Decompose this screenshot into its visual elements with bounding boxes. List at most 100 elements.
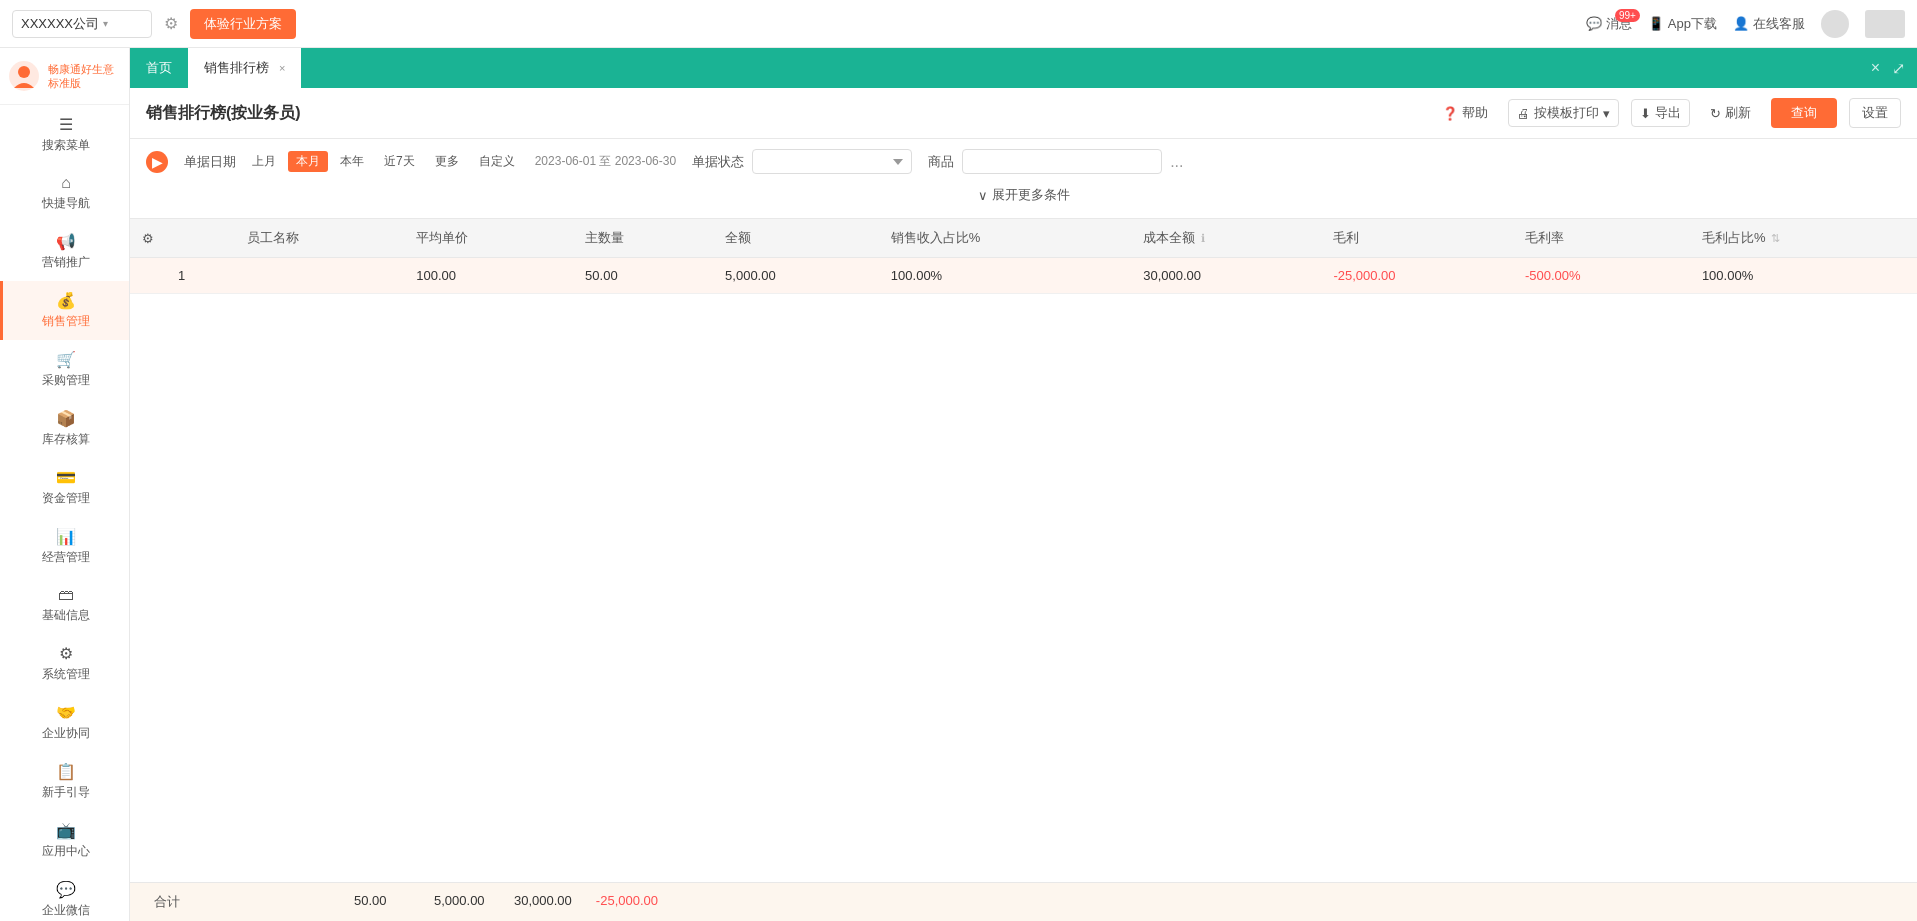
data-table: ⚙ 员工名称 平均单价 主数量 <box>130 219 1917 294</box>
help-button[interactable]: ❓ 帮助 <box>1434 100 1496 126</box>
date-range-display: 2023-06-01 至 2023-06-30 <box>535 153 676 170</box>
td-employee <box>235 258 404 294</box>
footer-qty: 50.00 <box>342 893 422 911</box>
sidebar-label-inventory: 库存核算 <box>42 431 90 448</box>
shortcut-last-month[interactable]: 上月 <box>244 151 284 172</box>
goods-input[interactable] <box>962 149 1162 174</box>
sidebar-item-quick-nav[interactable]: ⌂ 快捷导航 <box>0 164 129 222</box>
shortcut-7days[interactable]: 近7天 <box>376 151 423 172</box>
sidebar-item-inventory[interactable]: 📦 库存核算 <box>0 399 129 458</box>
sidebar-item-sales-mgmt[interactable]: 💰 销售管理 <box>0 281 129 340</box>
sidebar-item-search-order[interactable]: ☰ 搜索菜单 <box>0 105 129 164</box>
query-button[interactable]: 查询 <box>1771 98 1837 128</box>
online-service-button[interactable]: 👤 在线客服 <box>1733 15 1805 33</box>
top-bar: XXXXXX公司 ▾ ⚙ 体验行业方案 💬 消息 99+ 📱 App下载 👤 在… <box>0 0 1917 48</box>
sidebar-item-enterprise-wechat[interactable]: 💬 企业微信 <box>0 870 129 921</box>
td-amount: 5,000.00 <box>713 258 879 294</box>
th-qty: 主数量 <box>573 219 713 258</box>
tab-sales-rank[interactable]: 销售排行榜 × <box>188 48 301 88</box>
status-select[interactable] <box>752 149 912 174</box>
sidebar-item-app-center[interactable]: 📺 应用中心 <box>0 811 129 870</box>
marketing-icon: 📢 <box>56 232 76 251</box>
export-button[interactable]: ⬇ 导出 <box>1631 99 1690 127</box>
th-gross: 毛利 <box>1321 219 1512 258</box>
sidebar-item-enterprise-collab[interactable]: 🤝 企业协同 <box>0 693 129 752</box>
help-icon: ❓ <box>1442 106 1458 121</box>
th-amount: 全额 <box>713 219 879 258</box>
th-gross-rate: 毛利率 <box>1513 219 1690 258</box>
filter-date-item: 单据日期 上月 本月 本年 近7天 更多 自定义 2023-06-01 至 20… <box>184 151 676 172</box>
shortcut-this-month[interactable]: 本月 <box>288 151 328 172</box>
refresh-label: 刷新 <box>1725 104 1751 122</box>
shortcut-this-year[interactable]: 本年 <box>332 151 372 172</box>
content-area: 首页 销售排行榜 × × ⤢ 销售排行榜(按业务员) ❓ 帮助 <box>130 48 1917 921</box>
tab-bar: 首页 销售排行榜 × × ⤢ <box>130 48 1917 88</box>
company-name: XXXXXX公司 <box>21 15 99 33</box>
app-download-button[interactable]: 📱 App下载 <box>1648 15 1717 33</box>
print-chevron-icon: ▾ <box>1603 106 1610 121</box>
svg-point-1 <box>18 66 30 78</box>
print-button[interactable]: 🖨 按模板打印 ▾ <box>1508 99 1619 127</box>
avatar[interactable] <box>1821 10 1849 38</box>
sidebar-item-purchase-mgmt[interactable]: 🛒 采购管理 <box>0 340 129 399</box>
table-header-row: ⚙ 员工名称 平均单价 主数量 <box>130 219 1917 258</box>
goods-filter-label: 商品 <box>928 153 954 171</box>
tab-maximize-icon[interactable]: ⤢ <box>1892 59 1905 78</box>
sidebar-label-beginner-guide: 新手引导 <box>42 784 90 801</box>
tab-close-icon[interactable]: × <box>279 62 285 74</box>
finance-icon: 💳 <box>56 468 76 487</box>
td-gross-pct: 100.00% <box>1690 258 1917 294</box>
settings-icon[interactable]: ⚙ <box>160 10 182 37</box>
trial-button[interactable]: 体验行业方案 <box>190 9 296 39</box>
th-employee: 员工名称 <box>235 219 404 258</box>
inventory-icon: 📦 <box>56 409 76 428</box>
service-icon: 👤 <box>1733 16 1749 31</box>
sidebar-label-enterprise-wechat: 企业微信 <box>42 902 90 919</box>
sidebar-item-operations[interactable]: 📊 经营管理 <box>0 517 129 576</box>
status-filter-label: 单据状态 <box>692 153 744 171</box>
filter-goods-item: 商品 ... <box>928 149 1183 174</box>
company-selector[interactable]: XXXXXX公司 ▾ <box>12 10 152 38</box>
sidebar-label-finance: 资金管理 <box>42 490 90 507</box>
expand-button[interactable]: ∨ 展开更多条件 <box>970 182 1078 208</box>
th-amount-label: 全额 <box>725 230 751 245</box>
filter-status-item: 单据状态 <box>692 149 912 174</box>
refresh-button[interactable]: ↻ 刷新 <box>1702 100 1759 126</box>
logo-area: 畅康通好生意 标准版 <box>0 48 129 105</box>
td-rank: 1 <box>166 258 235 294</box>
filter-collapse-button[interactable]: ▶ <box>146 151 168 173</box>
sidebar-label-system-mgmt: 系统管理 <box>42 666 90 683</box>
sidebar-item-system-mgmt[interactable]: ⚙ 系统管理 <box>0 634 129 693</box>
table-row: 1 100.00 50.00 5,000.00 100.00% 30,000.0… <box>130 258 1917 294</box>
table-wrapper: ⚙ 员工名称 平均单价 主数量 <box>130 219 1917 882</box>
enterprise-wechat-icon: 💬 <box>56 880 76 899</box>
logo-line2: 标准版 <box>48 76 114 90</box>
col-settings-icon[interactable]: ⚙ <box>142 231 154 246</box>
td-cost: 30,000.00 <box>1131 258 1321 294</box>
tab-home[interactable]: 首页 <box>130 48 188 88</box>
tab-close-all-icon[interactable]: × <box>1871 59 1880 77</box>
sidebar-item-basic-info[interactable]: 🗃 基础信息 <box>0 576 129 634</box>
sidebar-label-search-order: 搜索菜单 <box>42 137 90 154</box>
cost-info-icon: ℹ <box>1201 232 1205 244</box>
logo-icon <box>8 60 40 92</box>
top-bar-right: 💬 消息 99+ 📱 App下载 👤 在线客服 <box>1586 10 1905 38</box>
shortcut-custom[interactable]: 自定义 <box>471 151 523 172</box>
footer-gross: -25,000.00 <box>584 893 670 911</box>
sidebar-label-operations: 经营管理 <box>42 549 90 566</box>
sidebar-item-beginner-guide[interactable]: 📋 新手引导 <box>0 752 129 811</box>
settings-button[interactable]: 设置 <box>1849 98 1901 128</box>
page-actions: ❓ 帮助 🖨 按模板打印 ▾ ⬇ 导出 ↻ 刷新 <box>1434 98 1901 128</box>
ellipsis-button[interactable]: ... <box>1170 153 1183 171</box>
td-gross: -25,000.00 <box>1321 258 1512 294</box>
sidebar-label-basic-info: 基础信息 <box>42 607 90 624</box>
th-settings: ⚙ <box>130 219 166 258</box>
message-button[interactable]: 💬 消息 99+ <box>1586 15 1632 33</box>
sidebar-item-marketing[interactable]: 📢 营销推广 <box>0 222 129 281</box>
th-rank <box>166 219 235 258</box>
shortcut-more[interactable]: 更多 <box>427 151 467 172</box>
enterprise-collab-icon: 🤝 <box>56 703 76 722</box>
th-gross-label: 毛利 <box>1333 230 1359 245</box>
table-footer: 合计 50.00 5,000.00 30,000.00 -25,000.00 <box>130 882 1917 921</box>
sidebar-item-finance[interactable]: 💳 资金管理 <box>0 458 129 517</box>
